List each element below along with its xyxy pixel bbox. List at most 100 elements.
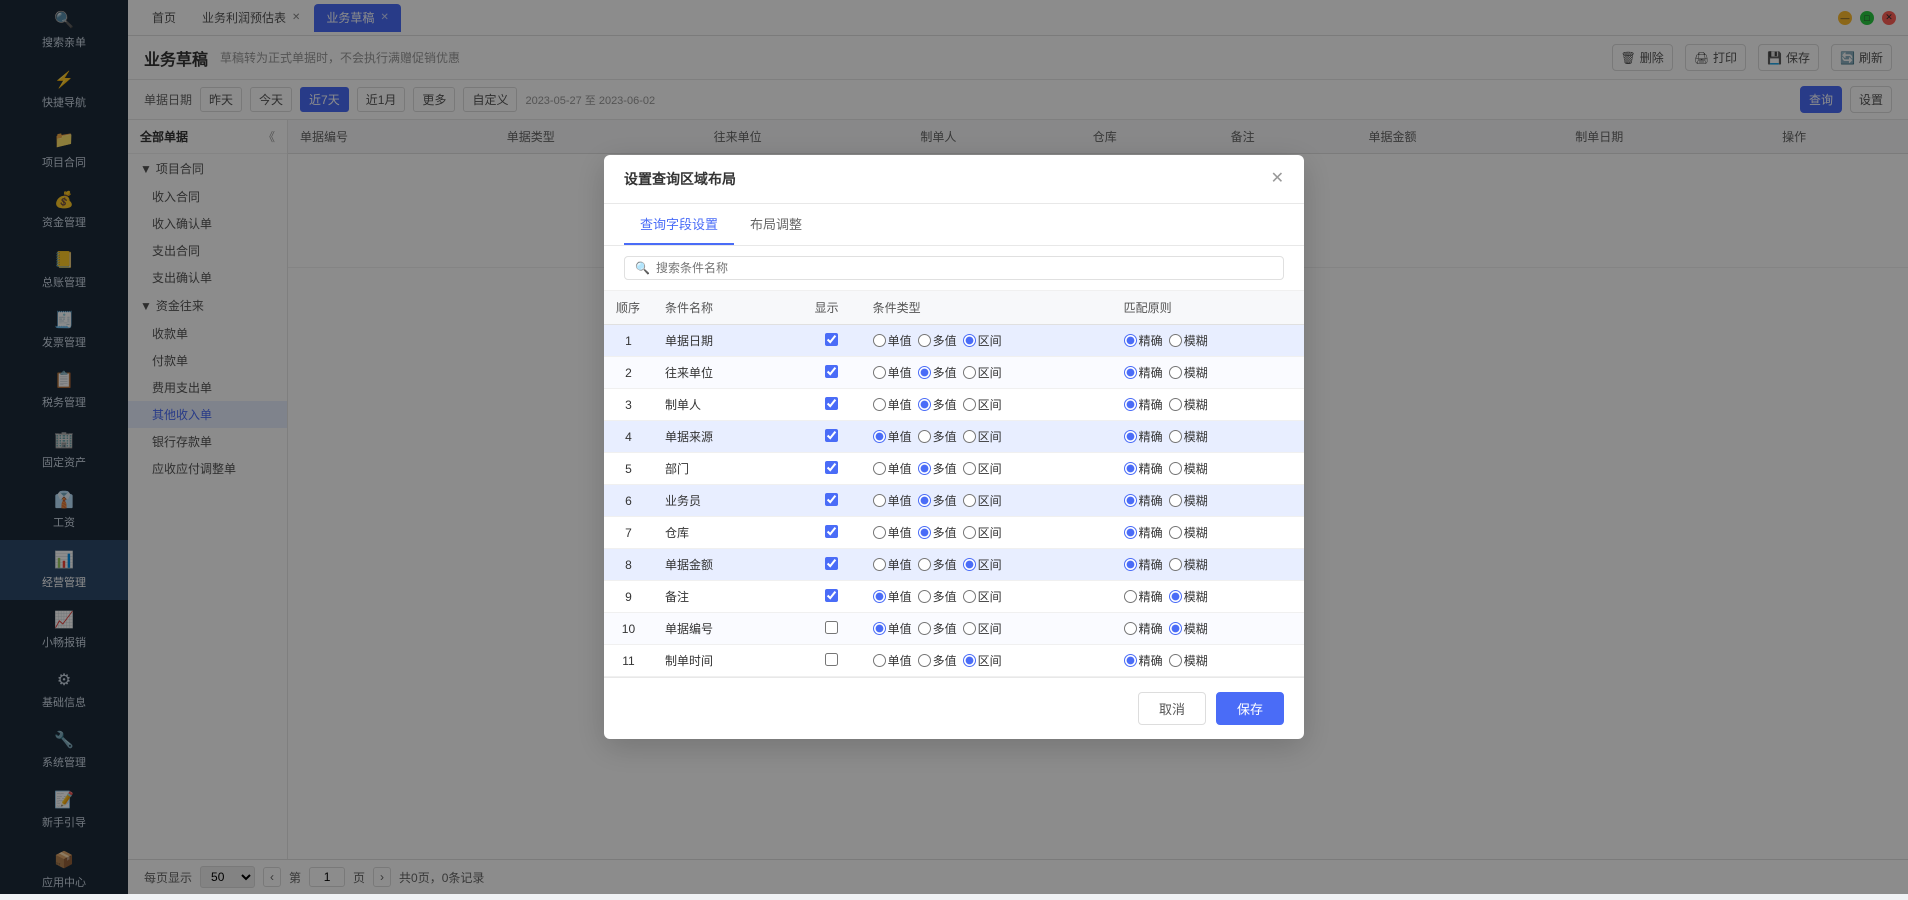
match-exact-label[interactable]: 精确 [1124, 524, 1163, 541]
match-exact-radio[interactable] [1124, 398, 1137, 411]
match-exact-radio[interactable] [1124, 494, 1137, 507]
type-range-label[interactable]: 区间 [963, 492, 1002, 509]
type-single-radio[interactable] [873, 590, 886, 603]
modal-tab-query[interactable]: 查询字段设置 [624, 204, 734, 245]
type-single-label[interactable]: 单值 [873, 588, 912, 605]
show-checkbox-wrap[interactable] [825, 399, 838, 413]
match-exact-label[interactable]: 精确 [1124, 652, 1163, 669]
show-checkbox[interactable] [825, 525, 838, 538]
modal-tab-layout[interactable]: 布局调整 [734, 204, 818, 245]
type-single-label[interactable]: 单值 [873, 332, 912, 349]
type-range-radio[interactable] [963, 558, 976, 571]
match-fuzzy-label[interactable]: 模糊 [1169, 652, 1208, 669]
match-exact-radio[interactable] [1124, 430, 1137, 443]
type-multi-label[interactable]: 多值 [918, 460, 957, 477]
show-checkbox-wrap[interactable] [825, 495, 838, 509]
match-exact-label[interactable]: 精确 [1124, 396, 1163, 413]
match-exact-label[interactable]: 精确 [1124, 492, 1163, 509]
type-single-label[interactable]: 单值 [873, 652, 912, 669]
match-fuzzy-label[interactable]: 模糊 [1169, 524, 1208, 541]
type-multi-label[interactable]: 多值 [918, 556, 957, 573]
type-multi-radio[interactable] [918, 622, 931, 635]
match-fuzzy-label[interactable]: 模糊 [1169, 588, 1208, 605]
type-range-radio[interactable] [963, 590, 976, 603]
modal-save-button[interactable]: 保存 [1216, 692, 1284, 725]
match-exact-radio[interactable] [1124, 654, 1137, 667]
match-exact-label[interactable]: 精确 [1124, 460, 1163, 477]
type-multi-label[interactable]: 多值 [918, 620, 957, 637]
type-single-label[interactable]: 单值 [873, 364, 912, 381]
type-range-radio[interactable] [963, 462, 976, 475]
type-single-label[interactable]: 单值 [873, 556, 912, 573]
show-checkbox[interactable] [825, 589, 838, 602]
show-checkbox[interactable] [825, 557, 838, 570]
type-single-radio[interactable] [873, 430, 886, 443]
match-exact-radio[interactable] [1124, 526, 1137, 539]
type-multi-radio[interactable] [918, 558, 931, 571]
type-multi-label[interactable]: 多值 [918, 364, 957, 381]
type-range-label[interactable]: 区间 [963, 428, 1002, 445]
type-single-label[interactable]: 单值 [873, 524, 912, 541]
match-exact-label[interactable]: 精确 [1124, 428, 1163, 445]
show-checkbox-wrap[interactable] [825, 559, 838, 573]
match-fuzzy-label[interactable]: 模糊 [1169, 492, 1208, 509]
type-multi-label[interactable]: 多值 [918, 588, 957, 605]
match-fuzzy-radio[interactable] [1169, 494, 1182, 507]
show-checkbox-wrap[interactable] [825, 623, 838, 637]
match-exact-radio[interactable] [1124, 622, 1137, 635]
match-fuzzy-label[interactable]: 模糊 [1169, 396, 1208, 413]
show-checkbox[interactable] [825, 365, 838, 378]
type-range-radio[interactable] [963, 654, 976, 667]
match-fuzzy-label[interactable]: 模糊 [1169, 332, 1208, 349]
type-single-radio[interactable] [873, 494, 886, 507]
match-fuzzy-label[interactable]: 模糊 [1169, 556, 1208, 573]
type-single-radio[interactable] [873, 526, 886, 539]
type-single-label[interactable]: 单值 [873, 428, 912, 445]
match-fuzzy-radio[interactable] [1169, 462, 1182, 475]
type-range-label[interactable]: 区间 [963, 396, 1002, 413]
match-fuzzy-radio[interactable] [1169, 622, 1182, 635]
type-multi-label[interactable]: 多值 [918, 524, 957, 541]
type-range-radio[interactable] [963, 526, 976, 539]
type-range-label[interactable]: 区间 [963, 332, 1002, 349]
match-exact-label[interactable]: 精确 [1124, 588, 1163, 605]
match-fuzzy-label[interactable]: 模糊 [1169, 460, 1208, 477]
match-fuzzy-radio[interactable] [1169, 430, 1182, 443]
type-single-label[interactable]: 单值 [873, 492, 912, 509]
show-checkbox[interactable] [825, 429, 838, 442]
type-single-radio[interactable] [873, 558, 886, 571]
show-checkbox-wrap[interactable] [825, 367, 838, 381]
search-input[interactable] [656, 261, 1273, 275]
type-range-label[interactable]: 区间 [963, 620, 1002, 637]
show-checkbox[interactable] [825, 621, 838, 634]
show-checkbox-wrap[interactable] [825, 527, 838, 541]
show-checkbox-wrap[interactable] [825, 591, 838, 605]
show-checkbox-wrap[interactable] [825, 463, 838, 477]
type-single-radio[interactable] [873, 398, 886, 411]
type-range-radio[interactable] [963, 622, 976, 635]
match-exact-radio[interactable] [1124, 462, 1137, 475]
type-multi-radio[interactable] [918, 398, 931, 411]
type-multi-radio[interactable] [918, 366, 931, 379]
match-exact-radio[interactable] [1124, 558, 1137, 571]
match-exact-label[interactable]: 精确 [1124, 364, 1163, 381]
type-multi-label[interactable]: 多值 [918, 652, 957, 669]
type-multi-radio[interactable] [918, 526, 931, 539]
modal-close-button[interactable]: ✕ [1271, 171, 1284, 187]
show-checkbox-wrap[interactable] [825, 655, 838, 669]
match-exact-radio[interactable] [1124, 590, 1137, 603]
type-single-radio[interactable] [873, 462, 886, 475]
type-multi-radio[interactable] [918, 462, 931, 475]
match-fuzzy-radio[interactable] [1169, 526, 1182, 539]
match-fuzzy-radio[interactable] [1169, 398, 1182, 411]
type-range-label[interactable]: 区间 [963, 524, 1002, 541]
match-fuzzy-radio[interactable] [1169, 590, 1182, 603]
type-range-radio[interactable] [963, 334, 976, 347]
type-multi-radio[interactable] [918, 334, 931, 347]
match-fuzzy-label[interactable]: 模糊 [1169, 364, 1208, 381]
type-range-radio[interactable] [963, 398, 976, 411]
type-multi-radio[interactable] [918, 654, 931, 667]
type-single-label[interactable]: 单值 [873, 460, 912, 477]
type-range-label[interactable]: 区间 [963, 556, 1002, 573]
type-range-radio[interactable] [963, 494, 976, 507]
